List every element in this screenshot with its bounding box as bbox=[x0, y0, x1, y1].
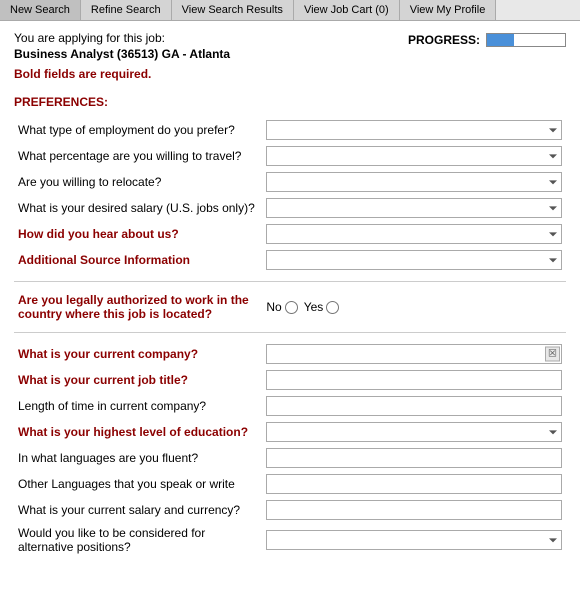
table-row: What percentage are you willing to trave… bbox=[14, 143, 566, 169]
required-note: Bold fields are required. bbox=[14, 67, 566, 81]
languages-fluent-input[interactable] bbox=[266, 448, 562, 468]
tab-view-search-results[interactable]: View Search Results bbox=[172, 0, 294, 20]
yes-radio-label[interactable]: Yes bbox=[304, 300, 340, 314]
relocate-cell bbox=[262, 169, 566, 195]
main-content: PROGRESS: You are applying for this job:… bbox=[0, 21, 580, 567]
no-radio[interactable] bbox=[285, 301, 298, 314]
hear-about-cell bbox=[262, 221, 566, 247]
job-title: Business Analyst (36513) GA - Atlanta bbox=[14, 47, 566, 61]
desired-salary-select[interactable] bbox=[266, 198, 562, 218]
alternative-positions-select[interactable] bbox=[266, 530, 562, 550]
table-row: Would you like to be considered for alte… bbox=[14, 523, 566, 557]
time-in-company-cell bbox=[262, 393, 566, 419]
hear-about-select[interactable] bbox=[266, 224, 562, 244]
job-location: GA - Atlanta bbox=[162, 47, 230, 61]
source-info-cell bbox=[262, 247, 566, 273]
calendar-icon[interactable]: ☒ bbox=[545, 347, 560, 362]
no-label-text: No bbox=[266, 300, 281, 314]
tab-view-my-profile[interactable]: View My Profile bbox=[400, 0, 497, 20]
source-info-select[interactable] bbox=[266, 250, 562, 270]
current-salary-label: What is your current salary and currency… bbox=[14, 497, 262, 523]
tab-refine-search[interactable]: Refine Search bbox=[81, 0, 172, 20]
nav-bar: New Search Refine Search View Search Res… bbox=[0, 0, 580, 21]
other-languages-label: Other Languages that you speak or write bbox=[14, 471, 262, 497]
current-company-input[interactable] bbox=[266, 344, 562, 364]
table-row: What is your highest level of education? bbox=[14, 419, 566, 445]
progress-bar-inner bbox=[487, 34, 514, 46]
other-languages-cell bbox=[262, 471, 566, 497]
table-row: How did you hear about us? bbox=[14, 221, 566, 247]
hear-about-label: How did you hear about us? bbox=[14, 221, 262, 247]
time-in-company-label: Length of time in current company? bbox=[14, 393, 262, 419]
work-auth-table: Are you legally authorized to work in th… bbox=[14, 290, 566, 324]
progress-label: PROGRESS: bbox=[408, 33, 480, 47]
preferences-header: PREFERENCES: bbox=[14, 95, 566, 109]
yes-radio[interactable] bbox=[326, 301, 339, 314]
current-company-label: What is your current company? bbox=[14, 341, 262, 367]
table-row: Length of time in current company? bbox=[14, 393, 566, 419]
education-label: What is your highest level of education? bbox=[14, 419, 262, 445]
preferences-table: What type of employment do you prefer? W… bbox=[14, 117, 566, 273]
languages-fluent-label: In what languages are you fluent? bbox=[14, 445, 262, 471]
yes-label-text: Yes bbox=[304, 300, 324, 314]
background-table: What is your current company? ☒ What is … bbox=[14, 341, 566, 557]
current-job-title-input[interactable] bbox=[266, 370, 562, 390]
other-languages-input[interactable] bbox=[266, 474, 562, 494]
progress-area: PROGRESS: bbox=[408, 33, 566, 47]
source-info-label: Additional Source Information bbox=[14, 247, 262, 273]
travel-percent-select[interactable] bbox=[266, 146, 562, 166]
current-company-cell: ☒ bbox=[262, 341, 566, 367]
education-select[interactable] bbox=[266, 422, 562, 442]
work-auth-label: Are you legally authorized to work in th… bbox=[14, 290, 262, 324]
table-row: Other Languages that you speak or write bbox=[14, 471, 566, 497]
table-row: What is your current company? ☒ bbox=[14, 341, 566, 367]
desired-salary-cell bbox=[262, 195, 566, 221]
languages-fluent-cell bbox=[262, 445, 566, 471]
job-title-text: Business Analyst (36513) bbox=[14, 47, 158, 61]
alternative-positions-label: Would you like to be considered for alte… bbox=[14, 523, 262, 557]
work-auth-radio-group: No Yes bbox=[266, 300, 562, 314]
education-cell bbox=[262, 419, 566, 445]
alternative-positions-cell bbox=[262, 523, 566, 557]
employment-type-select[interactable] bbox=[266, 120, 562, 140]
table-row: Additional Source Information bbox=[14, 247, 566, 273]
time-in-company-input[interactable] bbox=[266, 396, 562, 416]
work-auth-radio-cell: No Yes bbox=[262, 290, 566, 324]
current-job-title-label: What is your current job title? bbox=[14, 367, 262, 393]
tab-view-job-cart[interactable]: View Job Cart (0) bbox=[294, 0, 400, 20]
desired-salary-label: What is your desired salary (U.S. jobs o… bbox=[14, 195, 262, 221]
travel-percent-cell bbox=[262, 143, 566, 169]
table-row: What is your desired salary (U.S. jobs o… bbox=[14, 195, 566, 221]
travel-percent-label: What percentage are you willing to trave… bbox=[14, 143, 262, 169]
tab-new-search[interactable]: New Search bbox=[0, 0, 81, 20]
table-row: What type of employment do you prefer? bbox=[14, 117, 566, 143]
header-row: PROGRESS: You are applying for this job:… bbox=[14, 31, 566, 91]
current-company-input-wrapper: ☒ bbox=[266, 344, 562, 364]
relocate-select[interactable] bbox=[266, 172, 562, 192]
divider-1 bbox=[14, 281, 566, 282]
table-row: What is your current job title? bbox=[14, 367, 566, 393]
table-row: Are you willing to relocate? bbox=[14, 169, 566, 195]
current-salary-input[interactable] bbox=[266, 500, 562, 520]
employment-type-label: What type of employment do you prefer? bbox=[14, 117, 262, 143]
current-job-title-cell bbox=[262, 367, 566, 393]
employment-type-cell bbox=[262, 117, 566, 143]
table-row: In what languages are you fluent? bbox=[14, 445, 566, 471]
no-radio-label[interactable]: No bbox=[266, 300, 297, 314]
current-salary-cell bbox=[262, 497, 566, 523]
table-row: What is your current salary and currency… bbox=[14, 497, 566, 523]
table-row: Are you legally authorized to work in th… bbox=[14, 290, 566, 324]
divider-2 bbox=[14, 332, 566, 333]
relocate-label: Are you willing to relocate? bbox=[14, 169, 262, 195]
progress-bar-outer bbox=[486, 33, 566, 47]
